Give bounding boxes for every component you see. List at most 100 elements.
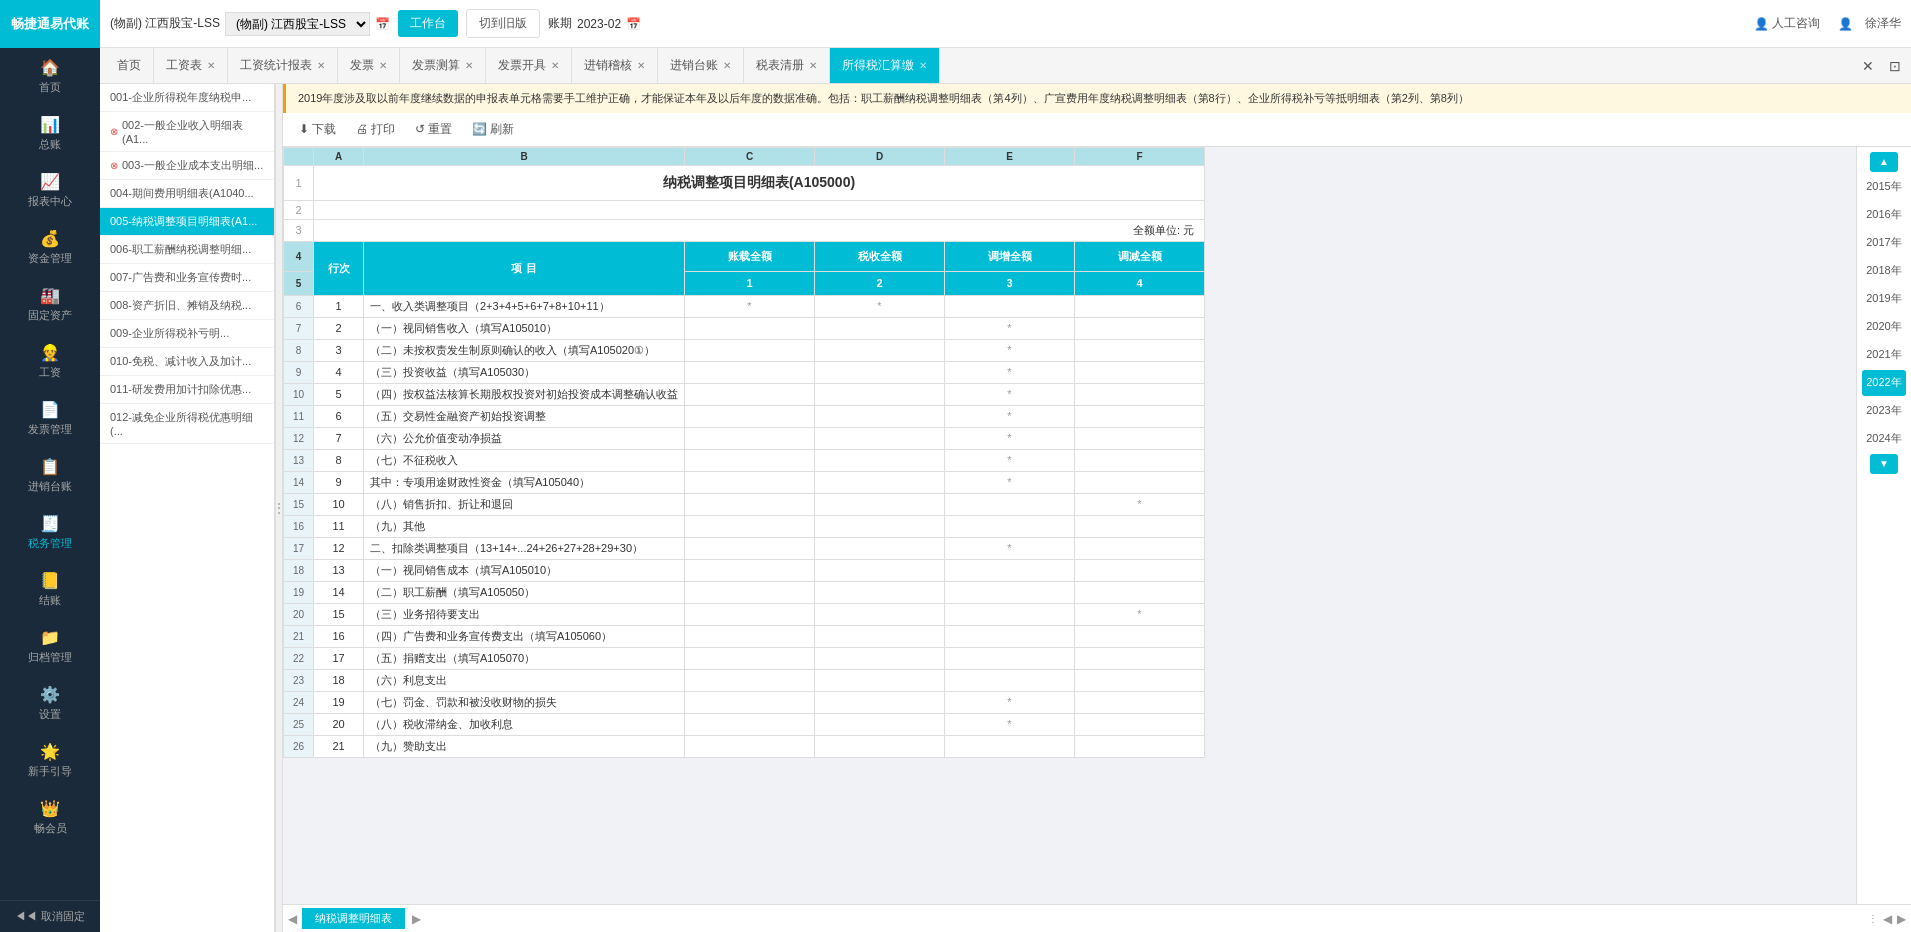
row-col-1[interactable] [685,537,815,559]
sidebar-unpin[interactable]: ◀◀ 取消固定 [0,900,100,932]
row-col-2[interactable] [815,581,945,603]
row-col-2[interactable] [815,603,945,625]
row-col-3[interactable] [945,603,1075,625]
row-col-2[interactable] [815,449,945,471]
sidebar-item-settings[interactable]: ⚙️ 设置 [0,675,100,732]
sidebar-item-archive[interactable]: 📁 归档管理 [0,618,100,675]
row-col-3[interactable] [945,581,1075,603]
row-col-2[interactable] [815,339,945,361]
row-col-1[interactable] [685,625,815,647]
form-item-005[interactable]: 005-纳税调整项目明细表(A1... [100,208,274,236]
table-row[interactable]: 149其中：专项用途财政性资金（填写A105040）* [284,471,1205,493]
row-col-2[interactable] [815,559,945,581]
scroll-left-icon[interactable]: ◀ [288,912,297,926]
row-col-4[interactable]: * [1075,603,1205,625]
table-row[interactable]: 2520（八）税收滞纳金、加收利息* [284,713,1205,735]
year-2016[interactable]: 2016年 [1862,202,1906,228]
year-2019[interactable]: 2019年 [1862,286,1906,312]
row-col-2[interactable] [815,383,945,405]
row-col-4[interactable] [1075,515,1205,537]
table-row[interactable]: 83（二）未按权责发生制原则确认的收入（填写A105020①）* [284,339,1205,361]
row-col-2[interactable] [815,735,945,757]
row-col-1[interactable] [685,471,815,493]
tab-invoice-issue[interactable]: 发票开具 ✕ [486,48,572,84]
row-col-4[interactable] [1075,361,1205,383]
row-col-2[interactable] [815,537,945,559]
maximize-button[interactable]: ⊡ [1884,56,1906,76]
row-col-1[interactable] [685,647,815,669]
row-col-1[interactable] [685,493,815,515]
table-row[interactable]: 1712二、扣除类调整项目（13+14+...24+26+27+28+29+30… [284,537,1205,559]
scroll-bar-right[interactable]: ▶ [1897,912,1906,926]
row-col-1[interactable] [685,383,815,405]
sidebar-item-close[interactable]: 📒 结账 [0,561,100,618]
row-col-3[interactable]: * [945,317,1075,339]
refresh-button[interactable]: 🔄 刷新 [466,118,520,141]
table-row[interactable]: 127（六）公允价值变动净损益* [284,427,1205,449]
form-item-008[interactable]: 008-资产折旧、摊销及纳税... [100,292,274,320]
row-col-3[interactable]: * [945,339,1075,361]
row-col-4[interactable] [1075,317,1205,339]
row-col-1[interactable] [685,449,815,471]
year-2020[interactable]: 2020年 [1862,314,1906,340]
tab-close-icon[interactable]: ✕ [551,60,559,71]
tab-close-icon[interactable]: ✕ [317,60,325,71]
sidebar-item-member[interactable]: 👑 畅会员 [0,789,100,846]
table-row[interactable]: 116（五）交易性金融资产初始投资调整* [284,405,1205,427]
tab-tax-list[interactable]: 税表清册 ✕ [744,48,830,84]
tab-home[interactable]: 首页 [105,48,154,84]
row-col-4[interactable] [1075,339,1205,361]
table-row[interactable]: 72（一）视同销售收入（填写A105010）* [284,317,1205,339]
row-col-2[interactable] [815,625,945,647]
row-col-4[interactable] [1075,581,1205,603]
form-item-001[interactable]: 001-企业所得税年度纳税申... [100,84,274,112]
row-col-3[interactable] [945,735,1075,757]
tab-invoice[interactable]: 发票 ✕ [338,48,400,84]
row-col-3[interactable] [945,559,1075,581]
table-row[interactable]: 2621（九）赞助支出 [284,735,1205,757]
sidebar-item-assets[interactable]: 🏭 固定资产 [0,276,100,333]
year-up-button[interactable]: ▲ [1870,152,1898,172]
table-row[interactable]: 105（四）按权益法核算长期股权投资对初始投资成本调整确认收益* [284,383,1205,405]
form-item-006[interactable]: 006-职工薪酬纳税调整明细... [100,236,274,264]
row-col-4[interactable]: * [1075,493,1205,515]
row-col-3[interactable]: * [945,449,1075,471]
tab-purchase-ledger[interactable]: 进销台账 ✕ [658,48,744,84]
row-col-3[interactable]: * [945,471,1075,493]
row-col-4[interactable] [1075,383,1205,405]
row-col-1[interactable] [685,339,815,361]
form-item-007[interactable]: 007-广告费和业务宣传费时... [100,264,274,292]
row-col-1[interactable] [685,603,815,625]
row-col-1[interactable] [685,691,815,713]
tab-close-icon[interactable]: ✕ [465,60,473,71]
row-col-2[interactable] [815,713,945,735]
row-col-4[interactable] [1075,449,1205,471]
row-col-3[interactable]: * [945,361,1075,383]
tab-purchase-check[interactable]: 进销稽核 ✕ [572,48,658,84]
tab-payroll-stats[interactable]: 工资统计报表 ✕ [228,48,338,84]
row-col-4[interactable] [1075,647,1205,669]
row-col-4[interactable] [1075,537,1205,559]
table-row[interactable]: 2318（六）利息支出 [284,669,1205,691]
table-row[interactable]: 138（七）不征税收入* [284,449,1205,471]
bottom-tab-main[interactable]: 纳税调整明细表 [302,908,405,929]
tab-close-icon[interactable]: ✕ [379,60,387,71]
row-col-2[interactable] [815,361,945,383]
row-col-3[interactable] [945,515,1075,537]
scroll-bar-left[interactable]: ◀ [1883,912,1892,926]
row-col-1[interactable] [685,361,815,383]
resize-handle[interactable] [275,84,283,932]
table-row[interactable]: 1510（八）销售折扣、折让和退回* [284,493,1205,515]
tab-close-icon[interactable]: ✕ [637,60,645,71]
table-row[interactable]: 61一、收入类调整项目（2+3+4+5+6+7+8+10+11）** [284,295,1205,317]
tab-close-icon[interactable]: ✕ [919,60,927,71]
consult-button[interactable]: 👤 人工咨询 [1748,12,1826,35]
table-row[interactable]: 2217（五）捐赠支出（填写A105070） [284,647,1205,669]
year-2017[interactable]: 2017年 [1862,230,1906,256]
row-col-1[interactable] [685,559,815,581]
row-col-3[interactable]: * [945,427,1075,449]
table-row[interactable]: 94（三）投资收益（填写A105030）* [284,361,1205,383]
form-item-011[interactable]: 011-研发费用加计扣除优惠... [100,376,274,404]
tab-income-tax[interactable]: 所得税汇算缴 ✕ [830,48,940,84]
workbench-button[interactable]: 工作台 [398,10,458,37]
